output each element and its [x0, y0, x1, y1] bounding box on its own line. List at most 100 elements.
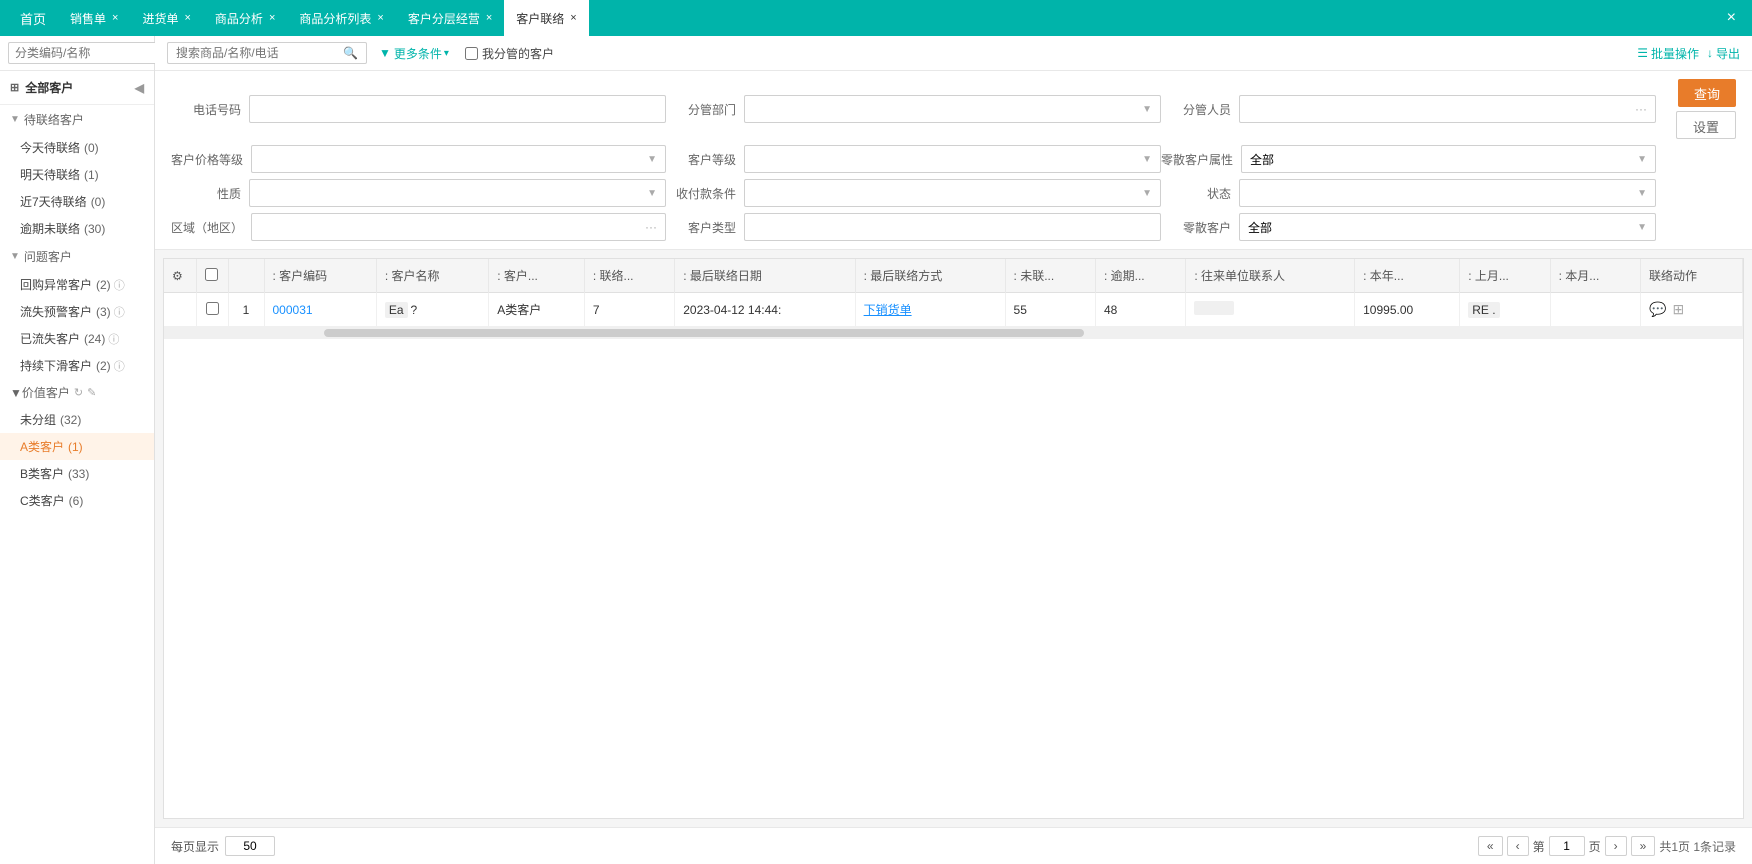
sidebar-collapse-button[interactable]: ◀ [135, 81, 144, 95]
col-last-date[interactable]: : 最后联络日期 [675, 259, 855, 293]
col-this-year[interactable]: : 本年... [1355, 259, 1460, 293]
sidebar-item-abnormal-repurchase[interactable]: 回购异常客户 (2) ⓘ [0, 271, 154, 298]
nav-tab-customer-contact[interactable]: 客户联络 × [504, 0, 588, 36]
grid-icon-action[interactable]: ⊞ [1672, 301, 1684, 318]
edit-icon[interactable]: ✎ [87, 386, 96, 399]
sidebar-item-churned[interactable]: 已流失客户 (24) ⓘ [0, 325, 154, 352]
row-checkbox[interactable] [206, 302, 219, 315]
filter-row-1: 电话号码 分管部门 ▼ 分管人员 ··· 查询 [171, 79, 1736, 139]
page-number-input[interactable] [1549, 836, 1585, 856]
settings-button[interactable]: 设置 [1676, 111, 1736, 139]
sidebar-item-overdue[interactable]: 逾期未联络 (30) [0, 215, 154, 242]
data-table: ⚙ : 客户编码 : 客户名称 : 客户... : 联络... : 最后联络日期… [164, 259, 1743, 327]
close-sales-tab[interactable]: × [112, 12, 118, 24]
close-customer-tier-tab[interactable]: × [486, 12, 492, 24]
region-select[interactable]: ··· [251, 213, 666, 241]
my-customers-checkbox-container: 我分管的客户 [465, 45, 554, 62]
customer-level-select[interactable]: ▼ [744, 145, 1161, 173]
col-overdue[interactable]: : 逾期... [1095, 259, 1185, 293]
status-select[interactable]: ▼ [1239, 179, 1656, 207]
close-purchase-tab[interactable]: × [184, 12, 190, 24]
horizontal-scrollbar[interactable] [164, 327, 1743, 339]
sidebar-item-tomorrow[interactable]: 明天待联络 (1) [0, 161, 154, 188]
customer-type-input[interactable] [744, 213, 1161, 241]
nav-tab-purchase[interactable]: 进货单 × [130, 0, 202, 36]
grid-icon: ⊞ [10, 81, 19, 94]
last-month-masked: RE . [1468, 302, 1499, 318]
col-gear[interactable]: ⚙ [164, 259, 196, 293]
nav-tab-customer-tier[interactable]: 客户分层经营 × [396, 0, 504, 36]
close-customer-contact-tab[interactable]: × [570, 12, 576, 24]
col-unit-contact[interactable]: : 往来单位联系人 [1186, 259, 1355, 293]
sidebar-search-input[interactable] [8, 42, 177, 64]
filter-field-region: 区域（地区） ··· [171, 213, 666, 241]
next-page-button[interactable]: › [1605, 836, 1627, 856]
sidebar-value-header[interactable]: ▼ 价值客户 ↻ ✎ [0, 379, 154, 406]
retail-attr-label: 零散客户属性 [1161, 151, 1233, 168]
last-page-button[interactable]: » [1631, 836, 1656, 856]
prev-page-button[interactable]: ‹ [1507, 836, 1529, 856]
page-size-input[interactable] [225, 836, 275, 856]
sidebar-item-ungrouped[interactable]: 未分组 (32) [0, 406, 154, 433]
nav-home[interactable]: 首页 [8, 0, 58, 36]
export-button[interactable]: ↓ 导出 [1707, 45, 1740, 62]
col-level[interactable]: : 客户... [489, 259, 585, 293]
info-icon-4: ⓘ [114, 358, 125, 374]
sidebar-pending-header[interactable]: ▼ 待联络客户 [0, 105, 154, 134]
sidebar-problem-section: ▼ 问题客户 回购异常客户 (2) ⓘ 流失预警客户 (3) ⓘ 已流失客户 (… [0, 242, 154, 379]
retail-attr-select[interactable]: 全部 ▼ [1241, 145, 1656, 173]
col-name[interactable]: : 客户名称 [376, 259, 488, 293]
sidebar-all-customers[interactable]: ⊞ 全部客户 ◀ [0, 71, 154, 105]
payment-select[interactable]: ▼ [744, 179, 1161, 207]
filter-search-input[interactable] [176, 46, 339, 60]
sidebar-item-a-class[interactable]: A类客户 (1) [0, 433, 154, 460]
scrollbar-thumb[interactable] [324, 329, 1084, 337]
price-level-select[interactable]: ▼ [251, 145, 666, 173]
nav-tab-analysis-list[interactable]: 商品分析列表 × [287, 0, 395, 36]
nav-tab-sales[interactable]: 销售单 × [58, 0, 130, 36]
filter-field-status: 状态 ▼ [1161, 179, 1656, 207]
sidebar-item-b-class[interactable]: B类客户 (33) [0, 460, 154, 487]
more-conditions-button[interactable]: ▼ 更多条件 ▾ [379, 45, 449, 62]
filter-search-icon[interactable]: 🔍 [343, 46, 358, 60]
filter-field-payment: 收付款条件 ▼ [666, 179, 1161, 207]
close-analysis-tab[interactable]: × [269, 12, 275, 24]
sidebar-item-7days[interactable]: 近7天待联络 (0) [0, 188, 154, 215]
sidebar-problem-header[interactable]: ▼ 问题客户 [0, 242, 154, 271]
close-analysis-list-tab[interactable]: × [377, 12, 383, 24]
sidebar-item-churn-warning[interactable]: 流失预警客户 (3) ⓘ [0, 298, 154, 325]
page-controls: « ‹ 第 页 › » 共1页 1条记录 [1478, 836, 1736, 856]
nature-select[interactable]: ▼ [249, 179, 666, 207]
my-customers-checkbox[interactable] [465, 47, 478, 60]
filter-field-nature: 性质 ▼ [171, 179, 666, 207]
manager-select[interactable]: ··· [1239, 95, 1656, 123]
sidebar-item-c-class[interactable]: C类客户 (6) [0, 487, 154, 514]
dept-select[interactable]: ▼ [744, 95, 1161, 123]
region-dots: ··· [645, 220, 657, 234]
row-code[interactable]: 000031 [264, 293, 376, 327]
row-level: A类客户 [489, 293, 585, 327]
select-all-checkbox[interactable] [205, 268, 218, 281]
phone-input[interactable] [249, 95, 666, 123]
refresh-icon[interactable]: ↻ [74, 386, 83, 399]
chat-icon[interactable]: 💬 [1649, 301, 1666, 318]
col-last-month[interactable]: : 上月... [1460, 259, 1550, 293]
first-page-button[interactable]: « [1478, 836, 1503, 856]
col-code[interactable]: : 客户编码 [264, 259, 376, 293]
col-no-contact[interactable]: : 未联... [1005, 259, 1095, 293]
query-button[interactable]: 查询 [1678, 79, 1736, 107]
col-last-method[interactable]: : 最后联络方式 [855, 259, 1005, 293]
col-this-month[interactable]: : 本月... [1550, 259, 1640, 293]
dept-dropdown-arrow: ▼ [1142, 104, 1152, 115]
last-method-link[interactable]: 下销货单 [864, 303, 912, 317]
sidebar-item-declining[interactable]: 持续下滑客户 (2) ⓘ [0, 352, 154, 379]
close-all-tabs[interactable]: × [1719, 9, 1744, 27]
dept-label: 分管部门 [666, 101, 736, 118]
batch-op-button[interactable]: ☰ 批量操作 [1637, 45, 1699, 62]
sidebar-item-today[interactable]: 今天待联络 (0) [0, 134, 154, 161]
col-contact[interactable]: : 联络... [584, 259, 674, 293]
filter-field-dept: 分管部门 ▼ [666, 95, 1161, 123]
retail-select[interactable]: 全部 ▼ [1239, 213, 1656, 241]
row-last-method[interactable]: 下销货单 [855, 293, 1005, 327]
nav-tab-analysis[interactable]: 商品分析 × [203, 0, 287, 36]
